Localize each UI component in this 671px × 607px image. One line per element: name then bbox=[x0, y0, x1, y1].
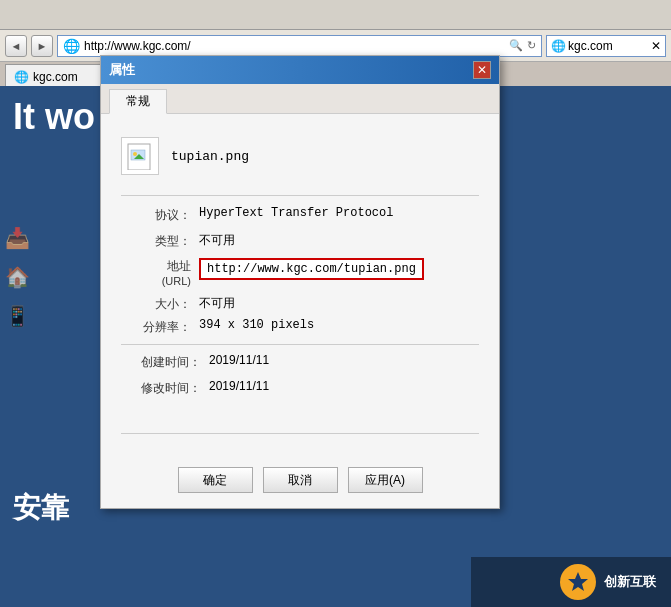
cancel-button[interactable]: 取消 bbox=[263, 467, 338, 493]
tab-general[interactable]: 常规 bbox=[109, 89, 167, 114]
type-label: 类型： bbox=[121, 232, 191, 250]
properties-dialog: 属性 ✕ 常规 tupian.png bbox=[100, 55, 500, 509]
divider-2 bbox=[121, 344, 479, 345]
address-label: 地址 bbox=[167, 258, 191, 275]
spacer bbox=[121, 405, 479, 425]
size-resolution-group: 大小： 不可用 分辨率： 394 x 310 pixels bbox=[121, 295, 479, 336]
resolution-label: 分辨率： bbox=[121, 318, 191, 336]
modified-label: 修改时间： bbox=[121, 379, 201, 397]
image-preview-icon bbox=[121, 137, 159, 175]
resolution-row: 分辨率： 394 x 310 pixels bbox=[121, 318, 479, 336]
created-label: 创建时间： bbox=[121, 353, 201, 371]
divider-1 bbox=[121, 195, 479, 196]
modified-value: 2019/11/11 bbox=[209, 379, 269, 393]
protocol-label: 协议： bbox=[121, 206, 191, 224]
modified-row: 修改时间： 2019/11/11 bbox=[121, 379, 479, 397]
address-sublabel: (URL) bbox=[162, 275, 191, 287]
divider-3 bbox=[121, 433, 479, 434]
apply-button[interactable]: 应用(A) bbox=[348, 467, 423, 493]
dialog-titlebar: 属性 ✕ bbox=[101, 56, 499, 84]
dialog-body: tupian.png 协议： HyperText Transfer Protoc… bbox=[101, 114, 499, 457]
type-row: 类型： 不可用 bbox=[121, 232, 479, 250]
dialog-footer: 确定 取消 应用(A) bbox=[101, 457, 499, 508]
created-value: 2019/11/11 bbox=[209, 353, 269, 367]
size-label: 大小： bbox=[121, 295, 191, 313]
created-row: 创建时间： 2019/11/11 bbox=[121, 353, 479, 371]
image-file-svg bbox=[126, 142, 154, 170]
size-value: 不可用 bbox=[199, 295, 235, 312]
resolution-value: 394 x 310 pixels bbox=[199, 318, 314, 332]
protocol-value: HyperText Transfer Protocol bbox=[199, 206, 393, 220]
address-row: 地址 (URL) http://www.kgc.com/tupian.png bbox=[121, 258, 479, 287]
dialog-tab-bar: 常规 bbox=[101, 84, 499, 114]
dialog-title: 属性 bbox=[109, 61, 135, 79]
image-preview-row: tupian.png bbox=[121, 129, 479, 190]
type-value: 不可用 bbox=[199, 232, 235, 249]
size-row: 大小： 不可用 bbox=[121, 295, 479, 313]
image-filename: tupian.png bbox=[171, 149, 249, 164]
dialog-close-button[interactable]: ✕ bbox=[473, 61, 491, 79]
address-label-group: 地址 (URL) bbox=[121, 258, 191, 287]
address-value-box: http://www.kgc.com/tupian.png bbox=[199, 258, 424, 280]
svg-point-3 bbox=[133, 152, 137, 156]
protocol-row: 协议： HyperText Transfer Protocol bbox=[121, 206, 479, 224]
address-value: http://www.kgc.com/tupian.png bbox=[207, 262, 416, 276]
ok-button[interactable]: 确定 bbox=[178, 467, 253, 493]
dialog-overlay: 属性 ✕ 常规 tupian.png bbox=[0, 0, 671, 607]
